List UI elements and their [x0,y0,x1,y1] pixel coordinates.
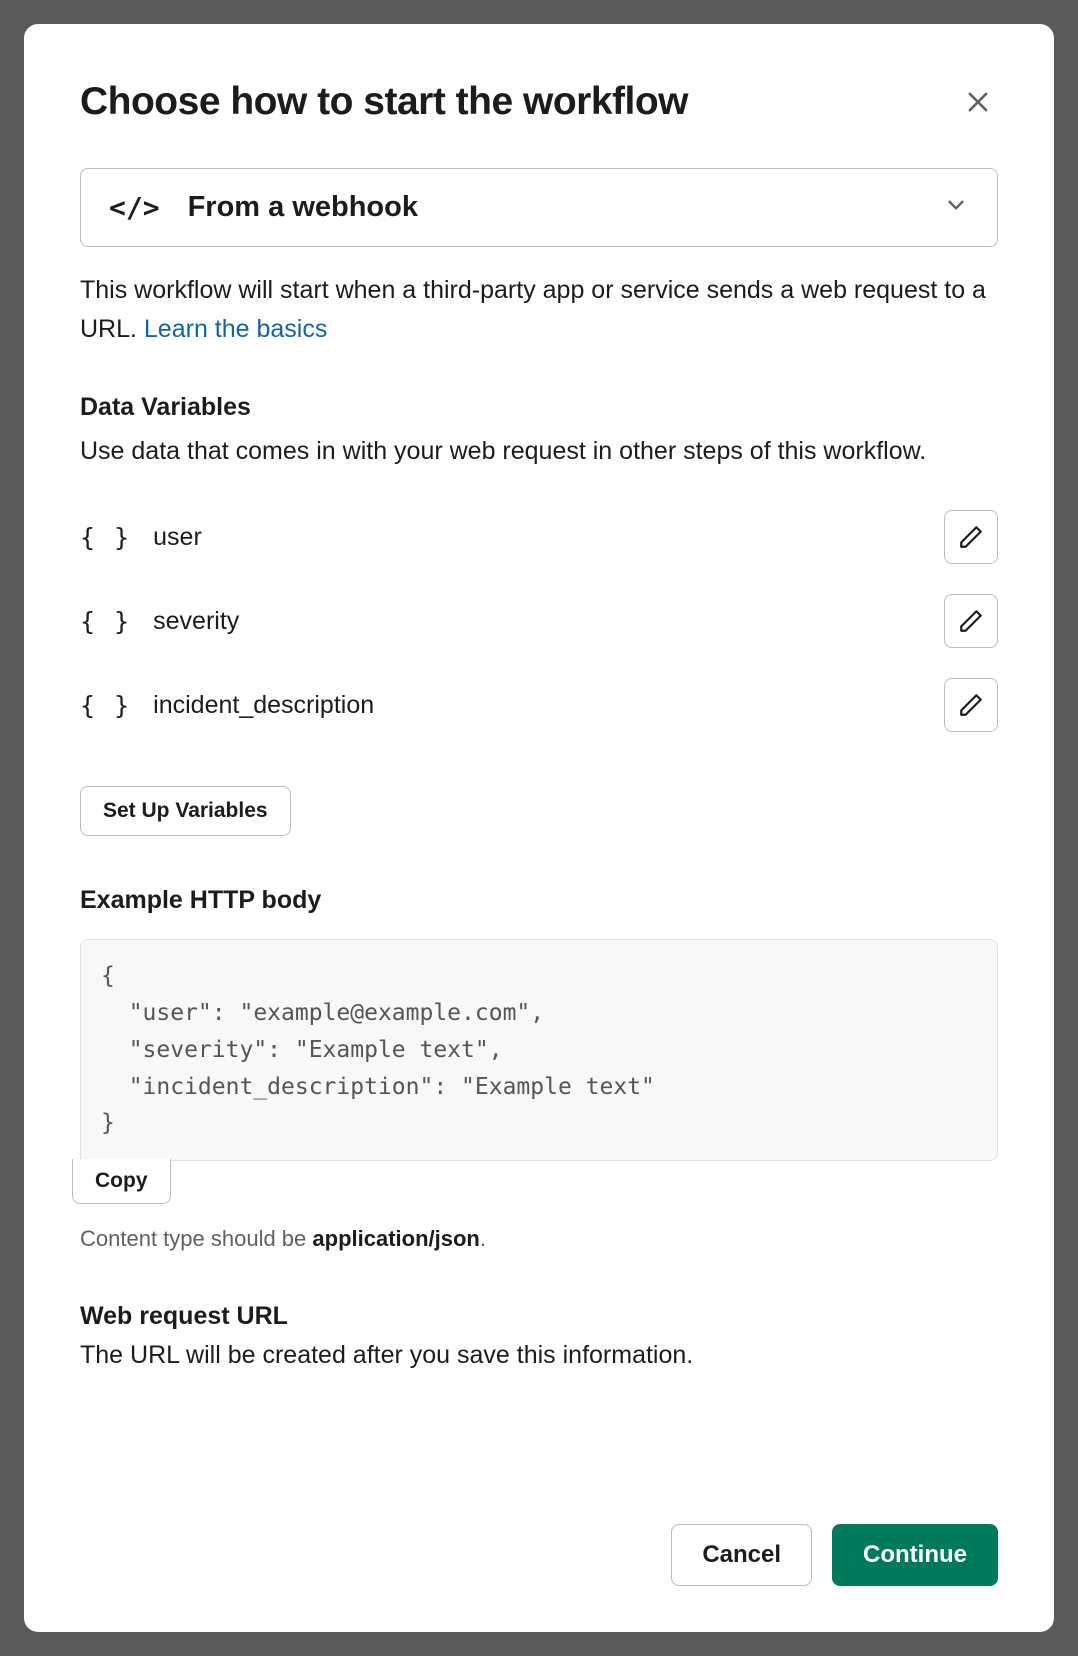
braces-icon: { } [80,607,131,636]
edit-variable-button[interactable] [944,510,998,564]
trigger-label: From a webhook [188,191,418,224]
content-type-value: application/json [312,1226,479,1251]
content-type-prefix: Content type should be [80,1226,312,1251]
content-type-suffix: . [480,1226,486,1251]
trigger-description: This workflow will start when a third-pa… [80,271,998,349]
learn-basics-link[interactable]: Learn the basics [144,315,327,343]
pencil-icon [958,692,984,718]
variable-row: { } user [80,510,998,564]
variable-name: incident_description [153,691,374,720]
chevron-down-icon [943,192,969,223]
webhook-icon: </> [109,191,160,224]
variable-row: { } incident_description [80,678,998,732]
variable-name: user [153,523,202,552]
edit-variable-button[interactable] [944,678,998,732]
data-variables-title: Data Variables [80,393,998,422]
modal-footer: Cancel Continue [80,1524,998,1586]
close-button[interactable] [958,82,998,122]
workflow-trigger-modal: Choose how to start the workflow </> Fro… [24,24,1054,1632]
web-request-url-title: Web request URL [80,1302,998,1331]
close-icon [964,88,992,116]
copy-button[interactable]: Copy [72,1159,171,1204]
trigger-selector[interactable]: </> From a webhook [80,168,998,247]
content-type-hint: Content type should be application/json. [80,1226,998,1252]
modal-header: Choose how to start the workflow [80,80,998,124]
pencil-icon [958,524,984,550]
example-http-title: Example HTTP body [80,886,998,915]
modal-title: Choose how to start the workflow [80,80,688,124]
variable-row: { } severity [80,594,998,648]
pencil-icon [958,608,984,634]
web-request-url-desc: The URL will be created after you save t… [80,1341,998,1370]
variable-name: severity [153,607,239,636]
setup-variables-button[interactable]: Set Up Variables [80,786,291,836]
braces-icon: { } [80,523,131,552]
cancel-button[interactable]: Cancel [671,1524,812,1586]
data-variables-desc: Use data that comes in with your web req… [80,432,998,471]
variables-list: { } user { } severity { } incident_descr… [80,510,998,762]
braces-icon: { } [80,691,131,720]
trigger-selected: </> From a webhook [109,191,418,224]
edit-variable-button[interactable] [944,594,998,648]
example-http-body: { "user": "example@example.com", "severi… [80,939,998,1161]
continue-button[interactable]: Continue [832,1524,998,1586]
